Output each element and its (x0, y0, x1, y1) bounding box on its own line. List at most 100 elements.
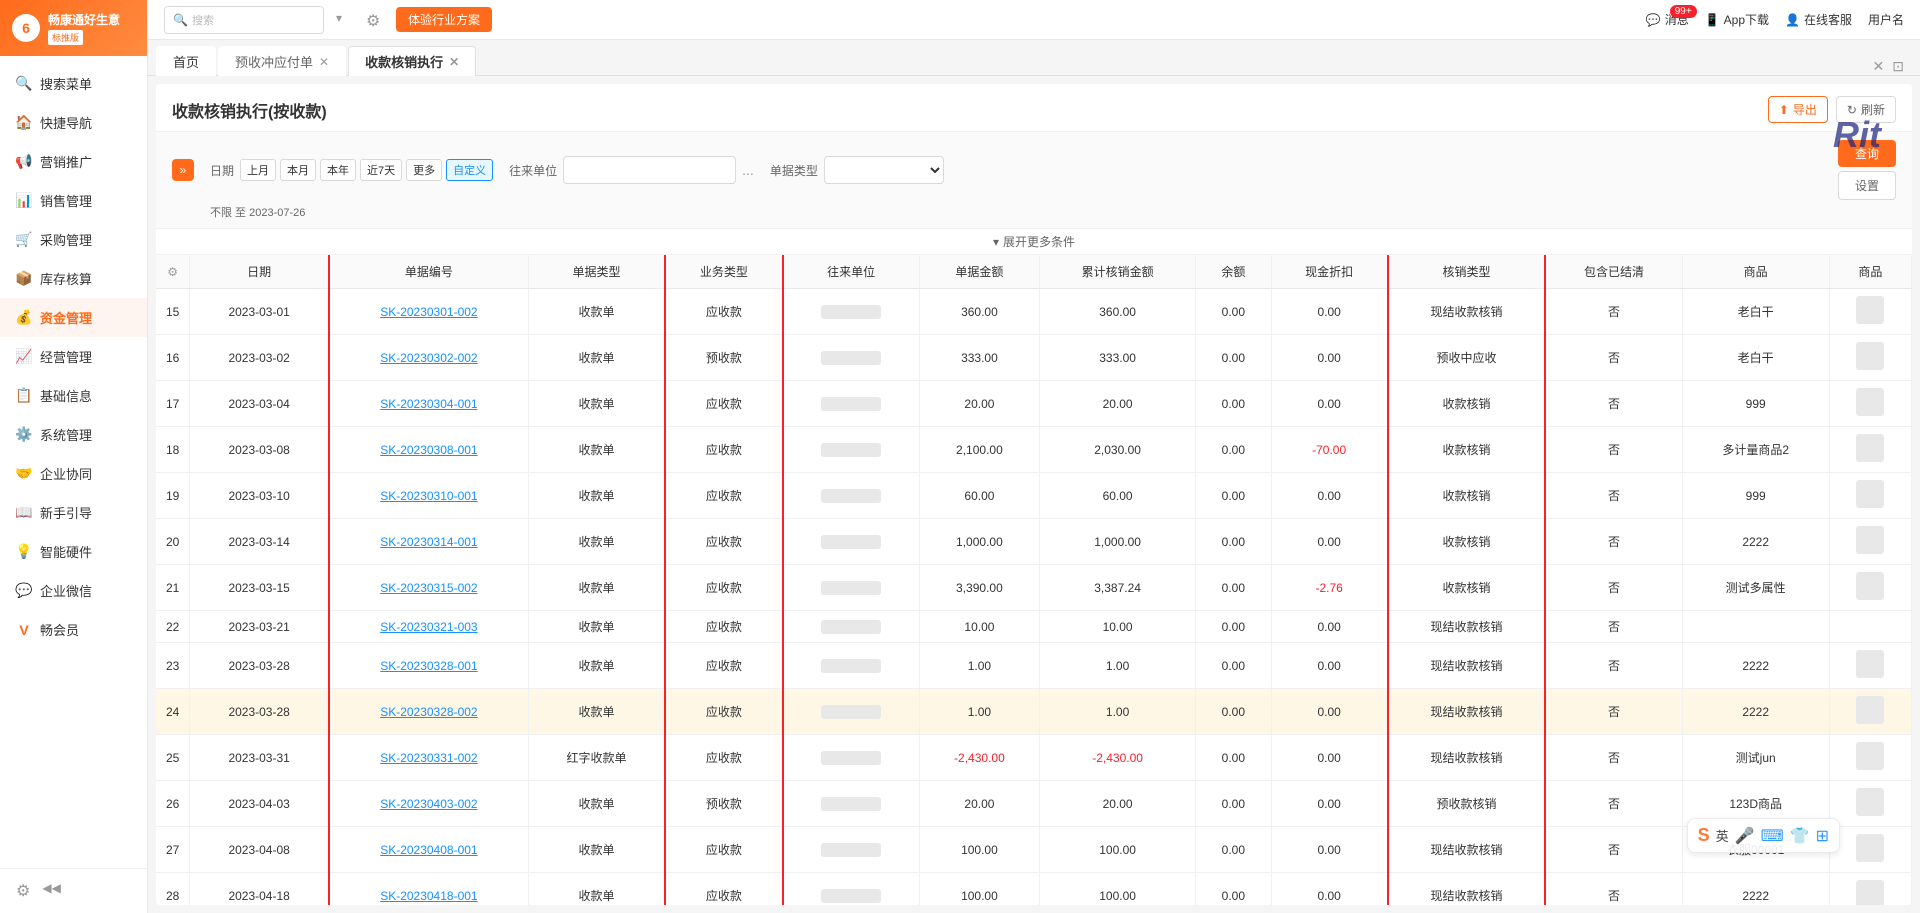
sidebar-item-basicinfo[interactable]: 📋 基础信息 (0, 376, 147, 415)
table-row[interactable]: 26 2023-04-03 SK-20230403-002 收款单 预收款 20… (156, 781, 1912, 827)
this-month-btn[interactable]: 本月 (280, 159, 316, 181)
doc-link[interactable]: SK-20230301-002 (380, 305, 477, 319)
table-row[interactable]: 27 2023-04-08 SK-20230408-001 收款单 应收款 10… (156, 827, 1912, 873)
sidebar-item-quicknav[interactable]: 🏠 快捷导航 (0, 103, 147, 142)
topbar-right: 💬 消息 99+ 📱 App下载 👤 在线客服 用户名 (1646, 11, 1904, 28)
row-docno[interactable]: SK-20230328-002 (329, 689, 528, 735)
chevron-down-icon: ▾ (993, 235, 999, 249)
row-goods1: 测试多属性 (1682, 565, 1829, 611)
sidebar-item-marketing[interactable]: 📢 营销推广 (0, 142, 147, 181)
sidebar-item-sales[interactable]: 📊 销售管理 (0, 181, 147, 220)
doc-link[interactable]: SK-20230418-001 (380, 889, 477, 903)
sidebar-item-newbie[interactable]: 📖 新手引导 (0, 493, 147, 532)
more-dates-btn[interactable]: 更多 (406, 159, 442, 181)
online-service-button[interactable]: 👤 在线客服 (1785, 11, 1852, 28)
row-no: 22 (156, 611, 190, 643)
doc-link[interactable]: SK-20230328-001 (380, 659, 477, 673)
row-docno[interactable]: SK-20230321-003 (329, 611, 528, 643)
sidebar-item-label: 经营管理 (40, 347, 92, 366)
row-docno[interactable]: SK-20230310-001 (329, 473, 528, 519)
sidebar-item-finance[interactable]: 💰 资金管理 (0, 298, 147, 337)
doctype-select[interactable] (824, 156, 944, 184)
table-row[interactable]: 23 2023-03-28 SK-20230328-001 收款单 应收款 1.… (156, 643, 1912, 689)
table-row[interactable]: 16 2023-03-02 SK-20230302-002 收款单 预收款 33… (156, 335, 1912, 381)
sidebar-item-member[interactable]: V 畅会员 (0, 610, 147, 649)
col-setting[interactable]: ⚙ (156, 255, 190, 289)
table-row[interactable]: 22 2023-03-21 SK-20230321-003 收款单 应收款 10… (156, 611, 1912, 643)
sidebar-collapse-icon[interactable]: ◀◀ (42, 881, 60, 901)
row-date: 2023-03-04 (190, 381, 329, 427)
messages-button[interactable]: 💬 消息 99+ (1646, 11, 1689, 28)
row-docno[interactable]: SK-20230408-001 (329, 827, 528, 873)
sidebar-item-wechat[interactable]: 💬 企业微信 (0, 571, 147, 610)
row-docno[interactable]: SK-20230328-001 (329, 643, 528, 689)
sidebar-bottom: ⚙ ◀◀ (0, 868, 147, 913)
doc-link[interactable]: SK-20230310-001 (380, 489, 477, 503)
custom-date-btn[interactable]: 自定义 (446, 159, 493, 181)
row-docno[interactable]: SK-20230418-001 (329, 873, 528, 906)
sidebar-item-system[interactable]: ⚙️ 系统管理 (0, 415, 147, 454)
row-goods1: 2222 (1682, 643, 1829, 689)
app-download-button[interactable]: 📱 App下载 (1705, 11, 1769, 28)
table-row[interactable]: 17 2023-03-04 SK-20230304-001 收款单 应收款 20… (156, 381, 1912, 427)
doc-link[interactable]: SK-20230302-002 (380, 351, 477, 365)
table-row[interactable]: 19 2023-03-10 SK-20230310-001 收款单 应收款 60… (156, 473, 1912, 519)
row-docno[interactable]: SK-20230403-002 (329, 781, 528, 827)
user-menu[interactable]: 用户名 (1868, 11, 1904, 28)
partner-input[interactable] (563, 156, 736, 184)
sidebar-item-purchase[interactable]: 🛒 采购管理 (0, 220, 147, 259)
dropdown-icon[interactable]: ▾ (336, 11, 354, 29)
expand-more-button[interactable]: ▾ 展开更多条件 (993, 233, 1075, 250)
this-year-btn[interactable]: 本年 (320, 159, 356, 181)
gear-icon[interactable]: ⚙ (366, 11, 384, 29)
tab-home[interactable]: 首页 (156, 46, 216, 76)
row-docno[interactable]: SK-20230331-002 (329, 735, 528, 781)
doc-link[interactable]: SK-20230408-001 (380, 843, 477, 857)
row-docno[interactable]: SK-20230301-002 (329, 289, 528, 335)
table-row[interactable]: 25 2023-03-31 SK-20230331-002 红字收款单 应收款 … (156, 735, 1912, 781)
doc-link[interactable]: SK-20230403-002 (380, 797, 477, 811)
filter-expand-button[interactable]: » (172, 159, 194, 181)
sidebar-item-operations[interactable]: 📈 经营管理 (0, 337, 147, 376)
tab-prepay-close[interactable]: ✕ (319, 55, 329, 69)
row-docno[interactable]: SK-20230314-001 (329, 519, 528, 565)
close-window-icon[interactable]: ✕ (1873, 58, 1885, 75)
doc-link[interactable]: SK-20230321-003 (380, 620, 477, 634)
doc-link[interactable]: SK-20230304-001 (380, 397, 477, 411)
row-no: 26 (156, 781, 190, 827)
doc-link[interactable]: SK-20230331-002 (380, 751, 477, 765)
row-docno[interactable]: SK-20230304-001 (329, 381, 528, 427)
table-row[interactable]: 20 2023-03-14 SK-20230314-001 收款单 应收款 1,… (156, 519, 1912, 565)
tab-prepay[interactable]: 预收冲应付单 ✕ (218, 46, 346, 76)
row-doctype: 收款单 (528, 827, 665, 873)
table-row[interactable]: 15 2023-03-01 SK-20230301-002 收款单 应收款 36… (156, 289, 1912, 335)
topbar-search-box[interactable]: 🔍 搜索 (164, 6, 324, 34)
table-row[interactable]: 24 2023-03-28 SK-20230328-002 收款单 应收款 1.… (156, 689, 1912, 735)
table-row[interactable]: 21 2023-03-15 SK-20230315-002 收款单 应收款 3,… (156, 565, 1912, 611)
row-docno[interactable]: SK-20230315-002 (329, 565, 528, 611)
settings-button[interactable]: 设置 (1838, 171, 1896, 200)
row-docno[interactable]: SK-20230302-002 (329, 335, 528, 381)
table-body: 15 2023-03-01 SK-20230301-002 收款单 应收款 36… (156, 289, 1912, 906)
solution-button[interactable]: 体验行业方案 (396, 7, 492, 32)
row-goods2 (1829, 643, 1911, 689)
row-docno[interactable]: SK-20230308-001 (329, 427, 528, 473)
last7days-btn[interactable]: 近7天 (360, 159, 402, 181)
tab-verify[interactable]: 收款核销执行 ✕ (348, 46, 476, 76)
tab-verify-close[interactable]: ✕ (449, 55, 459, 69)
maximize-window-icon[interactable]: ⊡ (1892, 58, 1904, 75)
sidebar-item-inventory[interactable]: 📦 库存核算 (0, 259, 147, 298)
table-row[interactable]: 28 2023-04-18 SK-20230418-001 收款单 应收款 10… (156, 873, 1912, 906)
sidebar-item-search[interactable]: 🔍 搜索菜单 (0, 64, 147, 103)
doc-link[interactable]: SK-20230314-001 (380, 535, 477, 549)
last-month-btn[interactable]: 上月 (240, 159, 276, 181)
export-button[interactable]: ⬆ 导出 (1768, 96, 1828, 123)
doc-link[interactable]: SK-20230315-002 (380, 581, 477, 595)
table-row[interactable]: 18 2023-03-08 SK-20230308-001 收款单 应收款 2,… (156, 427, 1912, 473)
doc-link[interactable]: SK-20230328-002 (380, 705, 477, 719)
row-writtenoff: 100.00 (1040, 873, 1196, 906)
sidebar-item-collab[interactable]: 🤝 企业协同 (0, 454, 147, 493)
sidebar-settings-icon[interactable]: ⚙ (16, 881, 30, 901)
sidebar-item-hardware[interactable]: 💡 智能硬件 (0, 532, 147, 571)
doc-link[interactable]: SK-20230308-001 (380, 443, 477, 457)
